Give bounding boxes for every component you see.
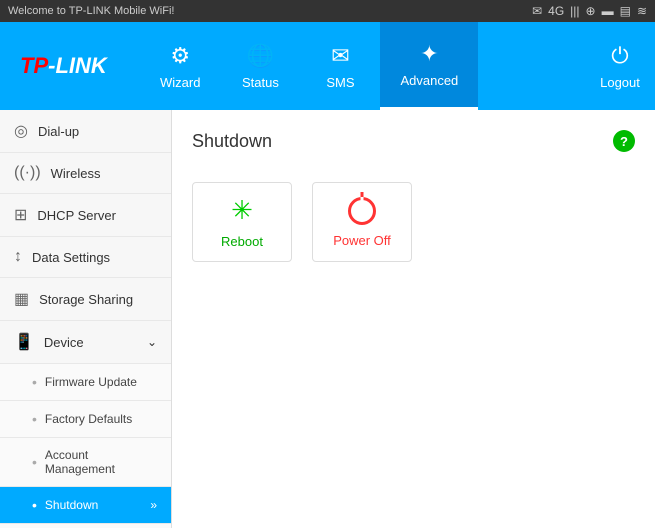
status-icon: 🌐 [247, 43, 274, 69]
poweroff-icon [348, 197, 376, 225]
content-area: Shutdown ? ✳ Reboot Power Off [172, 110, 655, 528]
storagesharing-icon: ▦ [14, 289, 29, 309]
sidebar-item-datasettings[interactable]: ↕ Data Settings [0, 237, 171, 278]
help-icon[interactable]: ? [613, 130, 635, 152]
nav-status[interactable]: 🌐 Status [220, 22, 300, 110]
datasettings-icon: ↕ [14, 248, 22, 266]
sim-status-icon: ▤ [620, 4, 631, 18]
logout-button[interactable]: ⏻ Logout [585, 22, 655, 110]
sidebar-item-dialup[interactable]: ◎ Dial-up [0, 110, 171, 153]
dhcp-icon: ⊞ [14, 205, 27, 225]
logout-label: Logout [600, 75, 640, 90]
sidebar-subitem-account[interactable]: Account Management [0, 438, 171, 487]
sms-icon: ✉ [331, 43, 349, 69]
email-status-icon: ✉ [532, 4, 542, 18]
sidebar-factory-label: Factory Defaults [45, 412, 132, 426]
nav-wizard-label: Wizard [160, 75, 200, 90]
nav-advanced[interactable]: ✦ Advanced [380, 22, 478, 110]
status-bar: Welcome to TP-LINK Mobile WiFi! ✉ 4G |||… [0, 0, 655, 22]
shutdown-arrow-icon: » [150, 498, 157, 512]
battery-status-icon: ▬ [602, 4, 614, 18]
main-layout: ◎ Dial-up ((·)) Wireless ⊞ DHCP Server ↕… [0, 110, 655, 528]
poweroff-button[interactable]: Power Off [312, 182, 412, 262]
brand-logo: TP-LINK [0, 22, 140, 110]
brand-text: TP-LINK [20, 53, 107, 79]
sidebar-wireless-label: Wireless [51, 166, 101, 181]
reboot-icon: ✳ [231, 195, 253, 226]
nav-sms[interactable]: ✉ SMS [300, 22, 380, 110]
sidebar-subitem-shutdown[interactable]: Shutdown » [0, 487, 171, 524]
reboot-label: Reboot [221, 234, 263, 249]
content-header: Shutdown ? [192, 130, 635, 152]
reboot-button[interactable]: ✳ Reboot [192, 182, 292, 262]
globe-status-icon: ⊕ [586, 4, 596, 18]
sidebar-item-storagesharing[interactable]: ▦ Storage Sharing [0, 278, 171, 321]
sidebar-item-device[interactable]: 📱 Device ⌄ [0, 321, 171, 364]
dialup-icon: ◎ [14, 121, 28, 141]
device-expand-icon: ⌄ [147, 335, 157, 349]
sidebar-item-wireless[interactable]: ((·)) Wireless [0, 153, 171, 194]
shutdown-buttons: ✳ Reboot Power Off [192, 182, 635, 262]
nav-sms-label: SMS [326, 75, 354, 90]
sidebar-subitem-factory[interactable]: Factory Defaults [0, 401, 171, 438]
nav-advanced-label: Advanced [400, 73, 458, 88]
sidebar-dialup-label: Dial-up [38, 124, 79, 139]
sidebar-dhcp-label: DHCP Server [37, 208, 116, 223]
sidebar-item-dhcp[interactable]: ⊞ DHCP Server [0, 194, 171, 237]
status-bar-text: Welcome to TP-LINK Mobile WiFi! [8, 5, 532, 17]
sidebar: ◎ Dial-up ((·)) Wireless ⊞ DHCP Server ↕… [0, 110, 172, 528]
page-title: Shutdown [192, 131, 272, 152]
wifi-status-icon: ≋ [637, 4, 647, 18]
status-icons: ✉ 4G ||| ⊕ ▬ ▤ ≋ [532, 4, 647, 18]
nav-wizard[interactable]: ⚙ Wizard [140, 22, 220, 110]
navbar: TP-LINK ⚙ Wizard 🌐 Status ✉ SMS ✦ Advanc… [0, 22, 655, 110]
logout-icon: ⏻ [611, 43, 628, 69]
sidebar-shutdown-label: Shutdown [45, 498, 98, 512]
sidebar-datasettings-label: Data Settings [32, 250, 110, 265]
wireless-icon: ((·)) [14, 164, 41, 182]
advanced-icon: ✦ [420, 41, 438, 67]
poweroff-label: Power Off [333, 233, 391, 248]
sidebar-firmware-label: Firmware Update [45, 375, 137, 389]
bars-status-icon: ||| [570, 4, 579, 18]
sidebar-device-label: Device [44, 335, 84, 350]
sidebar-subitem-timesettings[interactable]: Time Settings [0, 524, 171, 528]
nav-items: ⚙ Wizard 🌐 Status ✉ SMS ✦ Advanced [140, 22, 585, 110]
device-icon: 📱 [14, 332, 34, 352]
sidebar-storagesharing-label: Storage Sharing [39, 292, 133, 307]
wizard-icon: ⚙ [170, 43, 190, 69]
sidebar-account-label: Account Management [45, 448, 157, 476]
nav-status-label: Status [242, 75, 279, 90]
sidebar-subitem-firmware[interactable]: Firmware Update [0, 364, 171, 401]
signal-status-icon: 4G [548, 4, 564, 18]
